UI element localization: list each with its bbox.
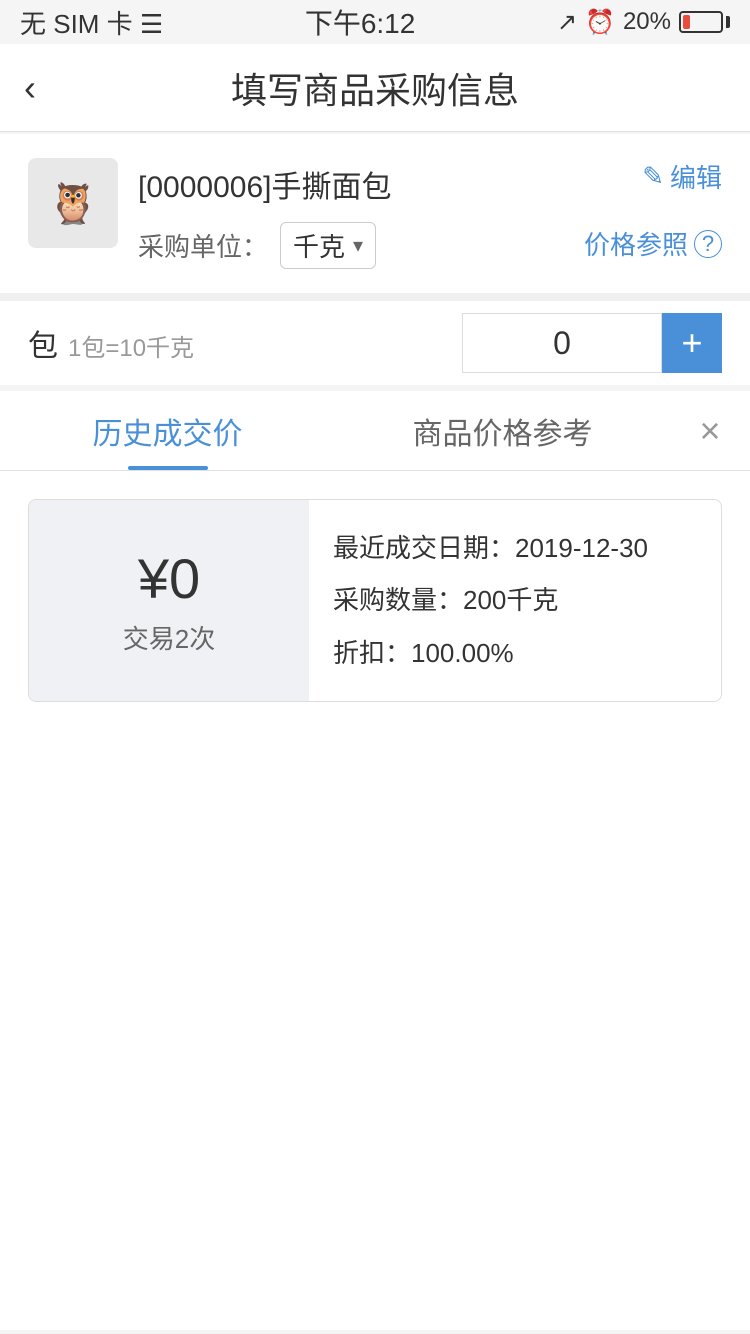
status-bar: 无 SIM 卡 ☰ 下午6:12 ↗ ⏰ 20% <box>0 0 750 44</box>
product-name: [0000006]手撕面包 <box>138 162 391 206</box>
purchase-quantity-label: 采购数量： <box>333 585 463 615</box>
unit-label: 采购单位： <box>138 227 268 264</box>
quantity-unit: 包 <box>28 321 58 365</box>
recent-date-row: 最近成交日期：2019-12-30 <box>333 530 697 566</box>
price-reference-button[interactable]: 价格参照 ? <box>584 225 722 262</box>
product-actions: ✎ 编辑 价格参照 ? <box>584 158 722 262</box>
tab-history-price[interactable]: 历史成交价 <box>0 391 335 470</box>
section-divider <box>0 293 750 301</box>
discount-label: 折扣： <box>333 638 411 668</box>
tab-product-price-ref[interactable]: 商品价格参考 <box>335 391 670 470</box>
edit-icon: ✎ <box>642 161 664 192</box>
quantity-conversion: 1包=10千克 <box>68 328 194 363</box>
price-details-panel: 最近成交日期：2019-12-30 采购数量：200千克 折扣：100.00% <box>309 500 721 701</box>
recent-date-value: 2019-12-30 <box>515 533 648 563</box>
tabs-section: 历史成交价 商品价格参考 × ¥0 交易2次 最近成交日期：2019-12-30… <box>0 391 750 730</box>
product-image: 🦉 <box>28 158 118 248</box>
discount-value: 100.00% <box>411 638 514 668</box>
unit-value: 千克 <box>293 227 345 264</box>
purchase-quantity-row: 采购数量：200千克 <box>333 582 697 618</box>
quantity-row: 包 1包=10千克 + <box>0 301 750 385</box>
currency-symbol: ¥ <box>138 547 169 610</box>
tabs-header: 历史成交价 商品价格参考 × <box>0 391 750 471</box>
tab-price-ref-label: 商品价格参考 <box>413 409 593 453</box>
unit-dropdown-arrow: ▾ <box>353 233 363 258</box>
battery-icon <box>679 11 730 33</box>
bottom-area <box>0 730 750 1330</box>
price-summary-panel: ¥0 交易2次 <box>29 500 309 701</box>
status-time: 下午6:12 <box>305 2 416 42</box>
nav-bar: ‹ 填写商品采购信息 <box>0 44 750 132</box>
product-card: 🦉 [0000006]手撕面包 采购单位： 千克 ▾ ✎ 编辑 价格参照 <box>0 134 750 293</box>
history-price-content: ¥0 交易2次 最近成交日期：2019-12-30 采购数量：200千克 折扣：… <box>0 471 750 730</box>
tabs-close-button[interactable]: × <box>670 410 750 452</box>
quantity-plus-button[interactable]: + <box>662 313 722 373</box>
price-ref-help-icon: ? <box>694 230 722 258</box>
recent-date-label: 最近成交日期： <box>333 533 515 563</box>
page-title: 填写商品采购信息 <box>231 62 519 114</box>
status-carrier: 无 SIM 卡 ☰ <box>20 4 163 41</box>
alarm-icon: ⏰ <box>585 8 615 37</box>
back-button[interactable]: ‹ <box>24 67 36 109</box>
product-info: [0000006]手撕面包 采购单位： 千克 ▾ <box>138 162 391 269</box>
quantity-input-group: + <box>462 313 722 373</box>
tab-history-label: 历史成交价 <box>93 409 243 453</box>
unit-select[interactable]: 千克 ▾ <box>280 222 376 269</box>
quantity-label-group: 包 1包=10千克 <box>28 321 194 365</box>
transaction-count: 交易2次 <box>123 619 215 656</box>
quantity-input[interactable] <box>462 313 662 373</box>
tab-active-underline <box>128 466 208 470</box>
price-value: 0 <box>169 547 200 610</box>
edit-button[interactable]: ✎ 编辑 <box>642 158 722 195</box>
status-right-icons: ↗ ⏰ 20% <box>557 8 730 37</box>
product-thumbnail-icon: 🦉 <box>48 180 98 227</box>
price-amount: ¥0 <box>138 546 200 611</box>
battery-percent: 20% <box>623 8 671 36</box>
price-card: ¥0 交易2次 最近成交日期：2019-12-30 采购数量：200千克 折扣：… <box>28 499 722 702</box>
product-unit-row: 采购单位： 千克 ▾ <box>138 222 391 269</box>
location-icon: ↗ <box>557 8 577 37</box>
purchase-quantity-value: 200千克 <box>463 585 558 615</box>
discount-row: 折扣：100.00% <box>333 635 697 671</box>
